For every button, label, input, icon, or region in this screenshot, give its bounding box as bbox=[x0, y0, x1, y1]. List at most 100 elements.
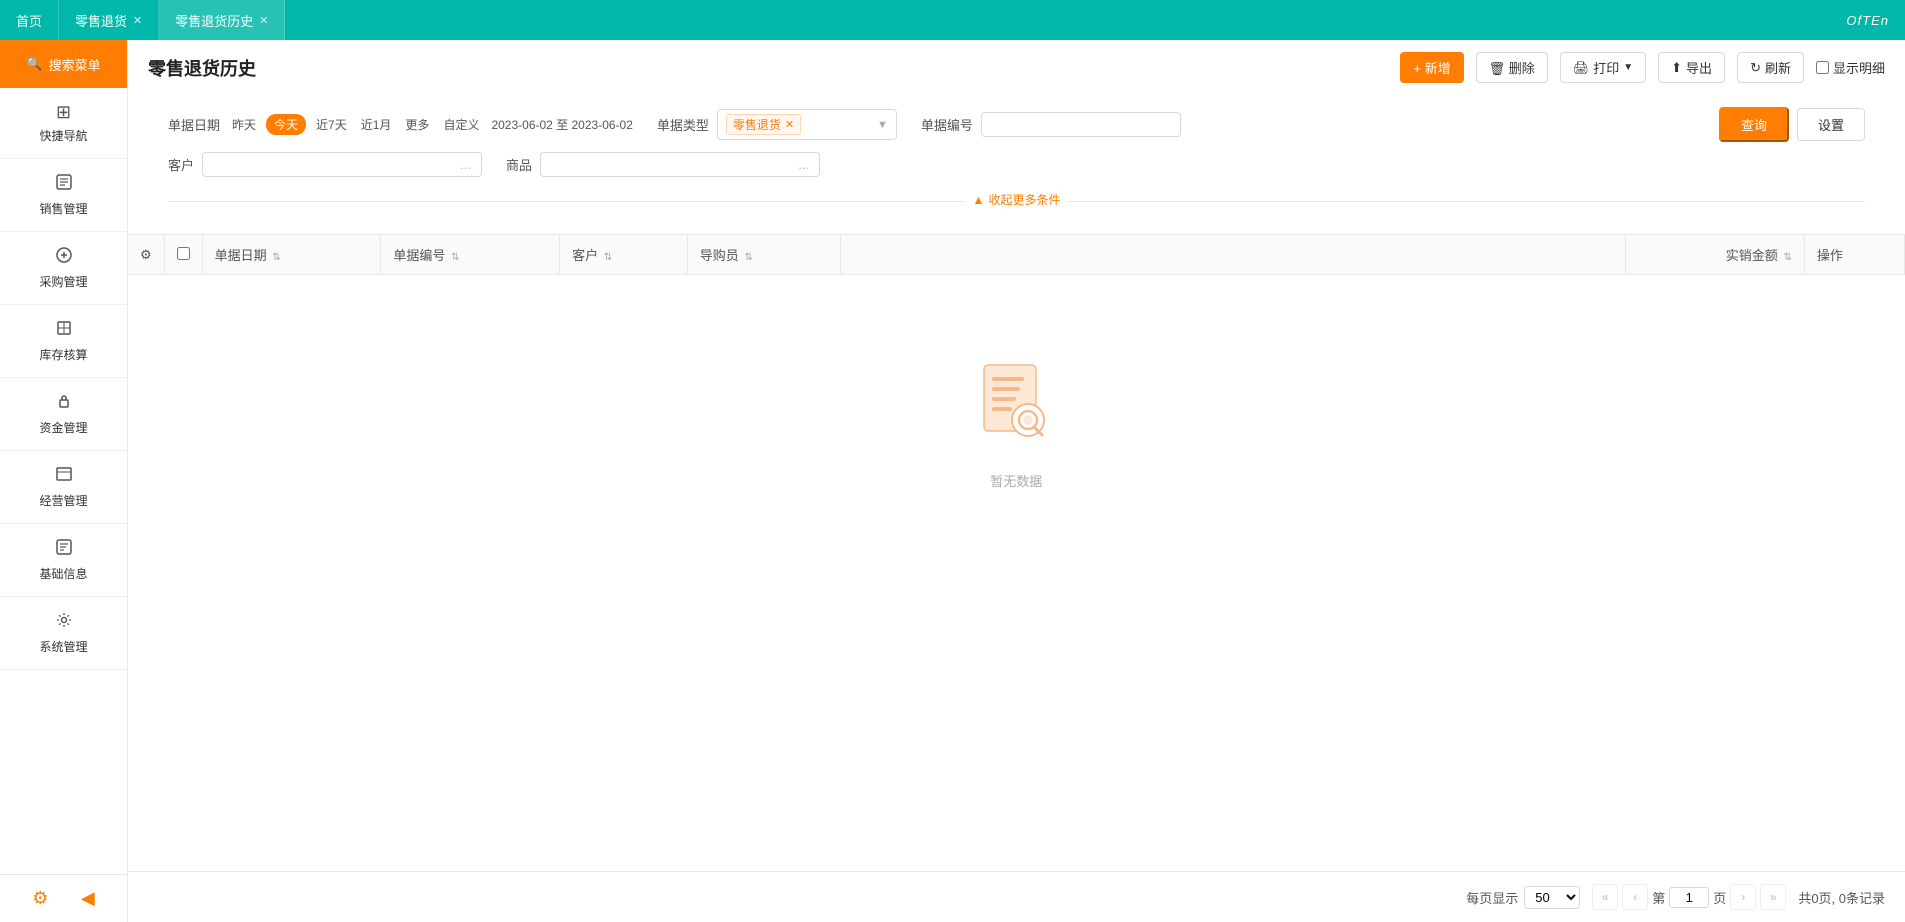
th-actual-amount[interactable]: 实销金额 ⇅ bbox=[1626, 235, 1805, 275]
customer-input[interactable]: ... bbox=[202, 152, 482, 177]
tab-retail-return-history-close[interactable]: ✕ bbox=[259, 14, 268, 27]
sidebar-item-basic-info-label: 基础信息 bbox=[39, 565, 87, 582]
delete-button[interactable]: 🗑 删除 bbox=[1476, 52, 1548, 83]
tab-retail-return-close[interactable]: ✕ bbox=[133, 14, 142, 27]
export-icon: ⬆ bbox=[1671, 60, 1682, 76]
main-layout: 🔍 搜索菜单 ⊞ 快捷导航 销售管理 采购管理 bbox=[0, 40, 1905, 922]
inventory-calc-icon bbox=[55, 319, 73, 342]
date-custom[interactable]: 自定义 bbox=[439, 114, 483, 135]
first-page-button[interactable]: « bbox=[1592, 884, 1618, 910]
sidebar-item-quick-nav[interactable]: ⊞ 快捷导航 bbox=[0, 88, 127, 159]
page-input: 第 页 bbox=[1652, 887, 1726, 908]
table-container: ⚙ 单据日期 ⇅ 单据编号 ⇅ bbox=[128, 235, 1905, 871]
collapse-line-left bbox=[168, 201, 965, 202]
page-unit: 页 bbox=[1713, 888, 1726, 907]
goods-filter-group: 商品 ... bbox=[506, 152, 820, 177]
top-bar: 首页 零售退货 ✕ 零售退货历史 ✕ OfTEn bbox=[0, 0, 1905, 40]
customer-label: 客户 bbox=[168, 155, 194, 174]
page-number-input[interactable] bbox=[1669, 887, 1709, 908]
tab-home[interactable]: 首页 bbox=[0, 0, 59, 40]
th-operation: 操作 bbox=[1804, 235, 1904, 275]
sidebar-item-purchase-mgmt[interactable]: 采购管理 bbox=[0, 232, 127, 305]
th-actual-amount-label: 实销金额 bbox=[1726, 248, 1778, 263]
sidebar-item-system-mgmt-label: 系统管理 bbox=[39, 638, 87, 655]
voucher-no-label: 单据编号 bbox=[921, 115, 973, 134]
search-icon: 🔍 bbox=[26, 56, 42, 72]
print-icon: 🖨 bbox=[1573, 60, 1590, 76]
page-size-dropdown[interactable]: 20 50 100 bbox=[1524, 886, 1580, 909]
table-header: ⚙ 单据日期 ⇅ 单据编号 ⇅ bbox=[128, 235, 1905, 275]
sidebar-item-finance-mgmt[interactable]: 资金管理 bbox=[0, 378, 127, 451]
sort-voucher-date-icon[interactable]: ⇅ bbox=[272, 252, 280, 263]
page-nav: « ‹ 第 页 › » bbox=[1592, 884, 1786, 910]
customer-ellipsis-icon[interactable]: ... bbox=[460, 157, 471, 172]
query-button[interactable]: 查询 bbox=[1719, 107, 1789, 142]
sidebar-item-system-mgmt[interactable]: 系统管理 bbox=[0, 597, 127, 670]
often-label: OfTEn bbox=[1846, 13, 1889, 28]
date-7days[interactable]: 近7天 bbox=[312, 114, 351, 135]
th-checkbox[interactable] bbox=[164, 235, 202, 275]
export-button[interactable]: ⬆ 导出 bbox=[1658, 52, 1725, 83]
page-size-label: 每页显示 bbox=[1466, 888, 1518, 907]
voucher-type-tag-close[interactable]: ✕ bbox=[785, 118, 794, 131]
select-all-checkbox[interactable] bbox=[177, 247, 190, 260]
sort-voucher-no-icon[interactable]: ⇅ bbox=[451, 252, 459, 263]
collapse-btn[interactable]: ▲ 收起更多条件 bbox=[973, 191, 1061, 208]
quick-nav-icon: ⊞ bbox=[56, 102, 71, 123]
settings-bottom-icon[interactable]: ⚙ bbox=[32, 888, 48, 909]
total-info: 共0页, 0条记录 bbox=[1798, 888, 1885, 907]
date-yesterday[interactable]: 昨天 bbox=[228, 114, 260, 135]
goods-ellipsis-icon[interactable]: ... bbox=[798, 157, 809, 172]
data-table: ⚙ 单据日期 ⇅ 单据编号 ⇅ bbox=[128, 235, 1905, 570]
th-customer[interactable]: 客户 ⇅ bbox=[560, 235, 688, 275]
tab-retail-return[interactable]: 零售退货 ✕ bbox=[59, 0, 159, 40]
sidebar-search[interactable]: 🔍 搜索菜单 bbox=[0, 40, 127, 88]
column-settings-icon[interactable]: ⚙ bbox=[140, 247, 152, 262]
new-button[interactable]: + 新增 bbox=[1400, 52, 1463, 83]
sort-actual-amount-icon[interactable]: ⇅ bbox=[1783, 252, 1791, 263]
filter-area: 单据日期 昨天 今天 近7天 近1月 更多 自定义 2023-06-02 至 2… bbox=[148, 95, 1885, 234]
sidebar-item-inventory-calc[interactable]: 库存核算 bbox=[0, 305, 127, 378]
sidebar-item-operation-mgmt[interactable]: 经营管理 bbox=[0, 451, 127, 524]
display-detail-checkbox-label[interactable]: 显示明细 bbox=[1816, 58, 1885, 77]
display-detail-checkbox[interactable] bbox=[1816, 61, 1829, 74]
empty-state-text: 暂无数据 bbox=[990, 471, 1042, 490]
filter-row-1: 单据日期 昨天 今天 近7天 近1月 更多 自定义 2023-06-02 至 2… bbox=[168, 107, 1865, 142]
voucher-no-input[interactable] bbox=[981, 112, 1181, 137]
last-page-button[interactable]: » bbox=[1760, 884, 1786, 910]
date-1month[interactable]: 近1月 bbox=[357, 114, 396, 135]
next-page-button[interactable]: › bbox=[1730, 884, 1756, 910]
th-settings[interactable]: ⚙ bbox=[128, 235, 164, 275]
sort-customer-icon[interactable]: ⇅ bbox=[604, 252, 612, 263]
purchase-mgmt-icon bbox=[55, 246, 73, 269]
voucher-type-select[interactable]: 零售退货 ✕ ▼ bbox=[717, 109, 897, 140]
date-more[interactable]: 更多 bbox=[401, 114, 433, 135]
th-guide[interactable]: 导购员 ⇅ bbox=[687, 235, 840, 275]
goods-input[interactable]: ... bbox=[540, 152, 820, 177]
setting-button[interactable]: 设置 bbox=[1797, 108, 1865, 141]
refresh-button[interactable]: ↻ 刷新 bbox=[1737, 52, 1804, 83]
empty-state-cell: 暂无数据 bbox=[128, 275, 1905, 571]
sidebar-item-purchase-mgmt-label: 采购管理 bbox=[39, 273, 87, 290]
prev-page-button[interactable]: ‹ bbox=[1622, 884, 1648, 910]
sort-guide-icon[interactable]: ⇅ bbox=[744, 252, 752, 263]
collapse-sidebar-icon[interactable]: ◀ bbox=[81, 888, 95, 909]
page-size-select: 每页显示 20 50 100 bbox=[1466, 886, 1580, 909]
table-body: 暂无数据 bbox=[128, 275, 1905, 571]
voucher-type-tag-label: 零售退货 bbox=[733, 116, 781, 133]
empty-state-illustration bbox=[966, 355, 1066, 455]
sidebar-item-sales-mgmt[interactable]: 销售管理 bbox=[0, 159, 127, 232]
date-today[interactable]: 今天 bbox=[266, 114, 306, 135]
goods-label: 商品 bbox=[506, 155, 532, 174]
th-voucher-date[interactable]: 单据日期 ⇅ bbox=[202, 235, 381, 275]
empty-state: 暂无数据 bbox=[128, 275, 1905, 570]
date-range-value: 2023-06-02 至 2023-06-02 bbox=[491, 116, 632, 133]
tab-retail-return-history[interactable]: 零售退货历史 ✕ bbox=[159, 0, 285, 40]
sales-mgmt-icon bbox=[55, 173, 73, 196]
date-range-input: 2023-06-02 至 2023-06-02 bbox=[491, 116, 632, 133]
sidebar-item-basic-info[interactable]: 基础信息 bbox=[0, 524, 127, 597]
th-voucher-no[interactable]: 单据编号 ⇅ bbox=[381, 235, 560, 275]
voucher-type-label: 单据类型 bbox=[657, 115, 709, 134]
print-button[interactable]: 🖨 🖨 打印 打印 ▼ bbox=[1560, 52, 1646, 83]
page-title-row: 零售退货历史 + 新增 🗑 删除 🖨 🖨 打印 打印 ▼ ⬆ 导出 bbox=[148, 52, 1885, 83]
